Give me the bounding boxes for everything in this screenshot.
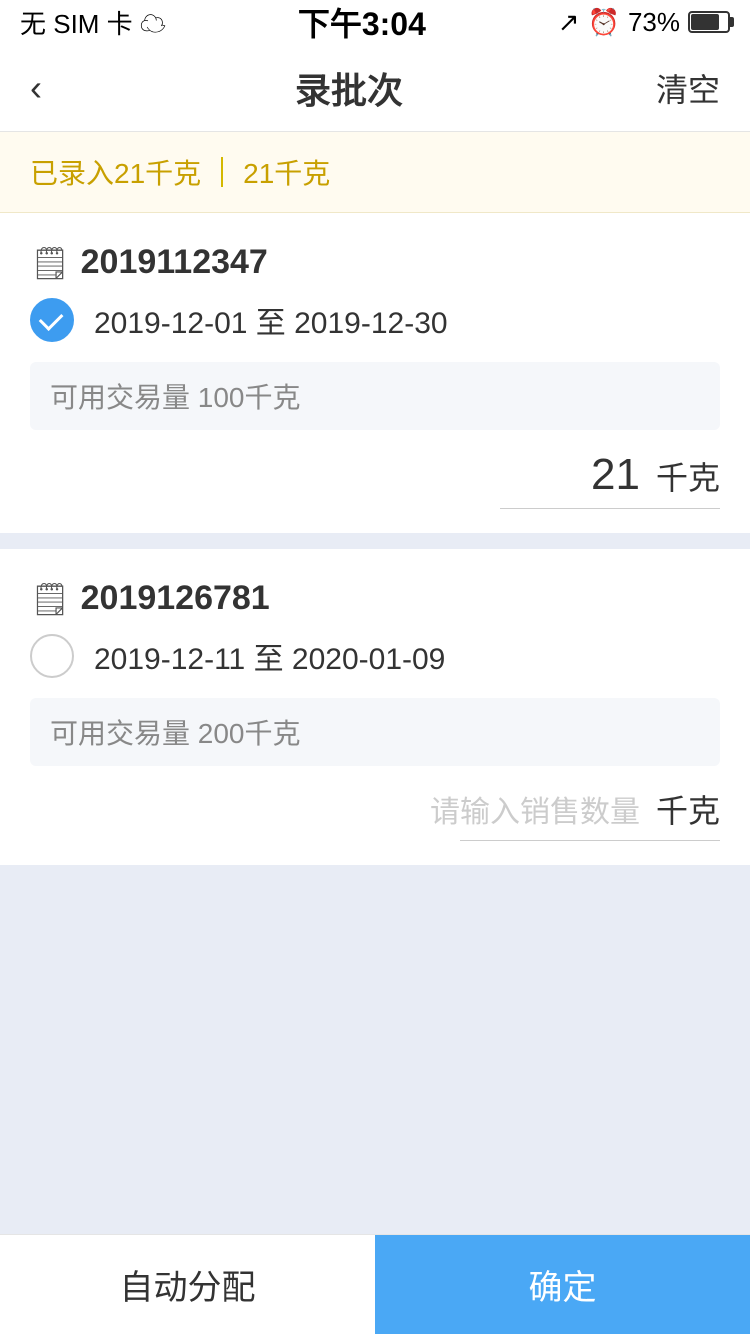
info-banner: 已录入21千克 21千克 [0,132,750,213]
info-value: 21千克 [243,152,330,192]
sim-label: 无 SIM 卡 ☁ [20,4,166,41]
avail-text-1: 可用交易量 100千克 [50,382,301,413]
batch-header-1: 🗒 2019112347 [30,243,720,282]
status-right: ↗ ⏰ 73% [558,7,730,38]
status-bar: 无 SIM 卡 ☁ 下午3:04 ↗ ⏰ 73% [0,0,750,44]
batch-header-2: 🗒 2019126781 [30,579,720,618]
bottom-bar: 自动分配 确定 [0,1234,750,1334]
input-underline-2 [460,840,720,841]
batch-icon-1: 🗒 [30,244,71,282]
nav-bar: ‹ 录批次 清空 [0,44,750,132]
status-left: 无 SIM 卡 ☁ [20,4,166,41]
batch-id-2: 2019126781 [81,579,270,618]
batch-item-2: 🗒 2019126781 2019-12-11 至 2020-01-09 可用交… [0,549,750,766]
batch-date-1: 2019-12-01 至 2019-12-30 [94,298,448,342]
status-time: 下午3:04 [298,0,426,45]
avail-text-2: 可用交易量 200千克 [50,718,301,749]
gray-area [0,865,750,1265]
amount-underline-1 [500,508,720,509]
batch-row-1[interactable]: 2019-12-01 至 2019-12-30 [30,298,720,342]
avail-box-1: 可用交易量 100千克 [30,362,720,430]
info-label: 已录入21千克 [30,152,201,192]
battery-percent: 73% [628,7,680,38]
location-icon: ↗ [558,7,580,38]
info-divider [221,157,223,187]
clear-button[interactable]: 清空 [656,65,720,111]
batch-id-1: 2019112347 [81,243,268,282]
amount-value-1: 21 [591,450,640,500]
amount-row-1: 21 千克 [0,430,750,533]
avail-box-2: 可用交易量 200千克 [30,698,720,766]
page-title: 录批次 [295,62,403,114]
input-placeholder-2: 请输入销售数量 [430,787,640,831]
section-divider [0,533,750,549]
alarm-icon: ⏰ [588,7,620,38]
auto-assign-button[interactable]: 自动分配 [0,1235,375,1334]
battery-icon [688,11,730,33]
input-unit-2: 千克 [656,786,720,832]
back-button[interactable]: ‹ [30,67,42,109]
radio-2[interactable] [30,634,74,678]
input-row-2[interactable]: 请输入销售数量 千克 [0,766,750,865]
batch-row-2[interactable]: 2019-12-11 至 2020-01-09 [30,634,720,678]
batch-date-2: 2019-12-11 至 2020-01-09 [94,634,445,678]
batch-icon-2: 🗒 [30,580,71,618]
amount-unit-1: 千克 [656,453,720,499]
confirm-button[interactable]: 确定 [375,1235,750,1334]
radio-1[interactable] [30,298,74,342]
batch-item-1: 🗒 2019112347 2019-12-01 至 2019-12-30 可用交… [0,213,750,430]
